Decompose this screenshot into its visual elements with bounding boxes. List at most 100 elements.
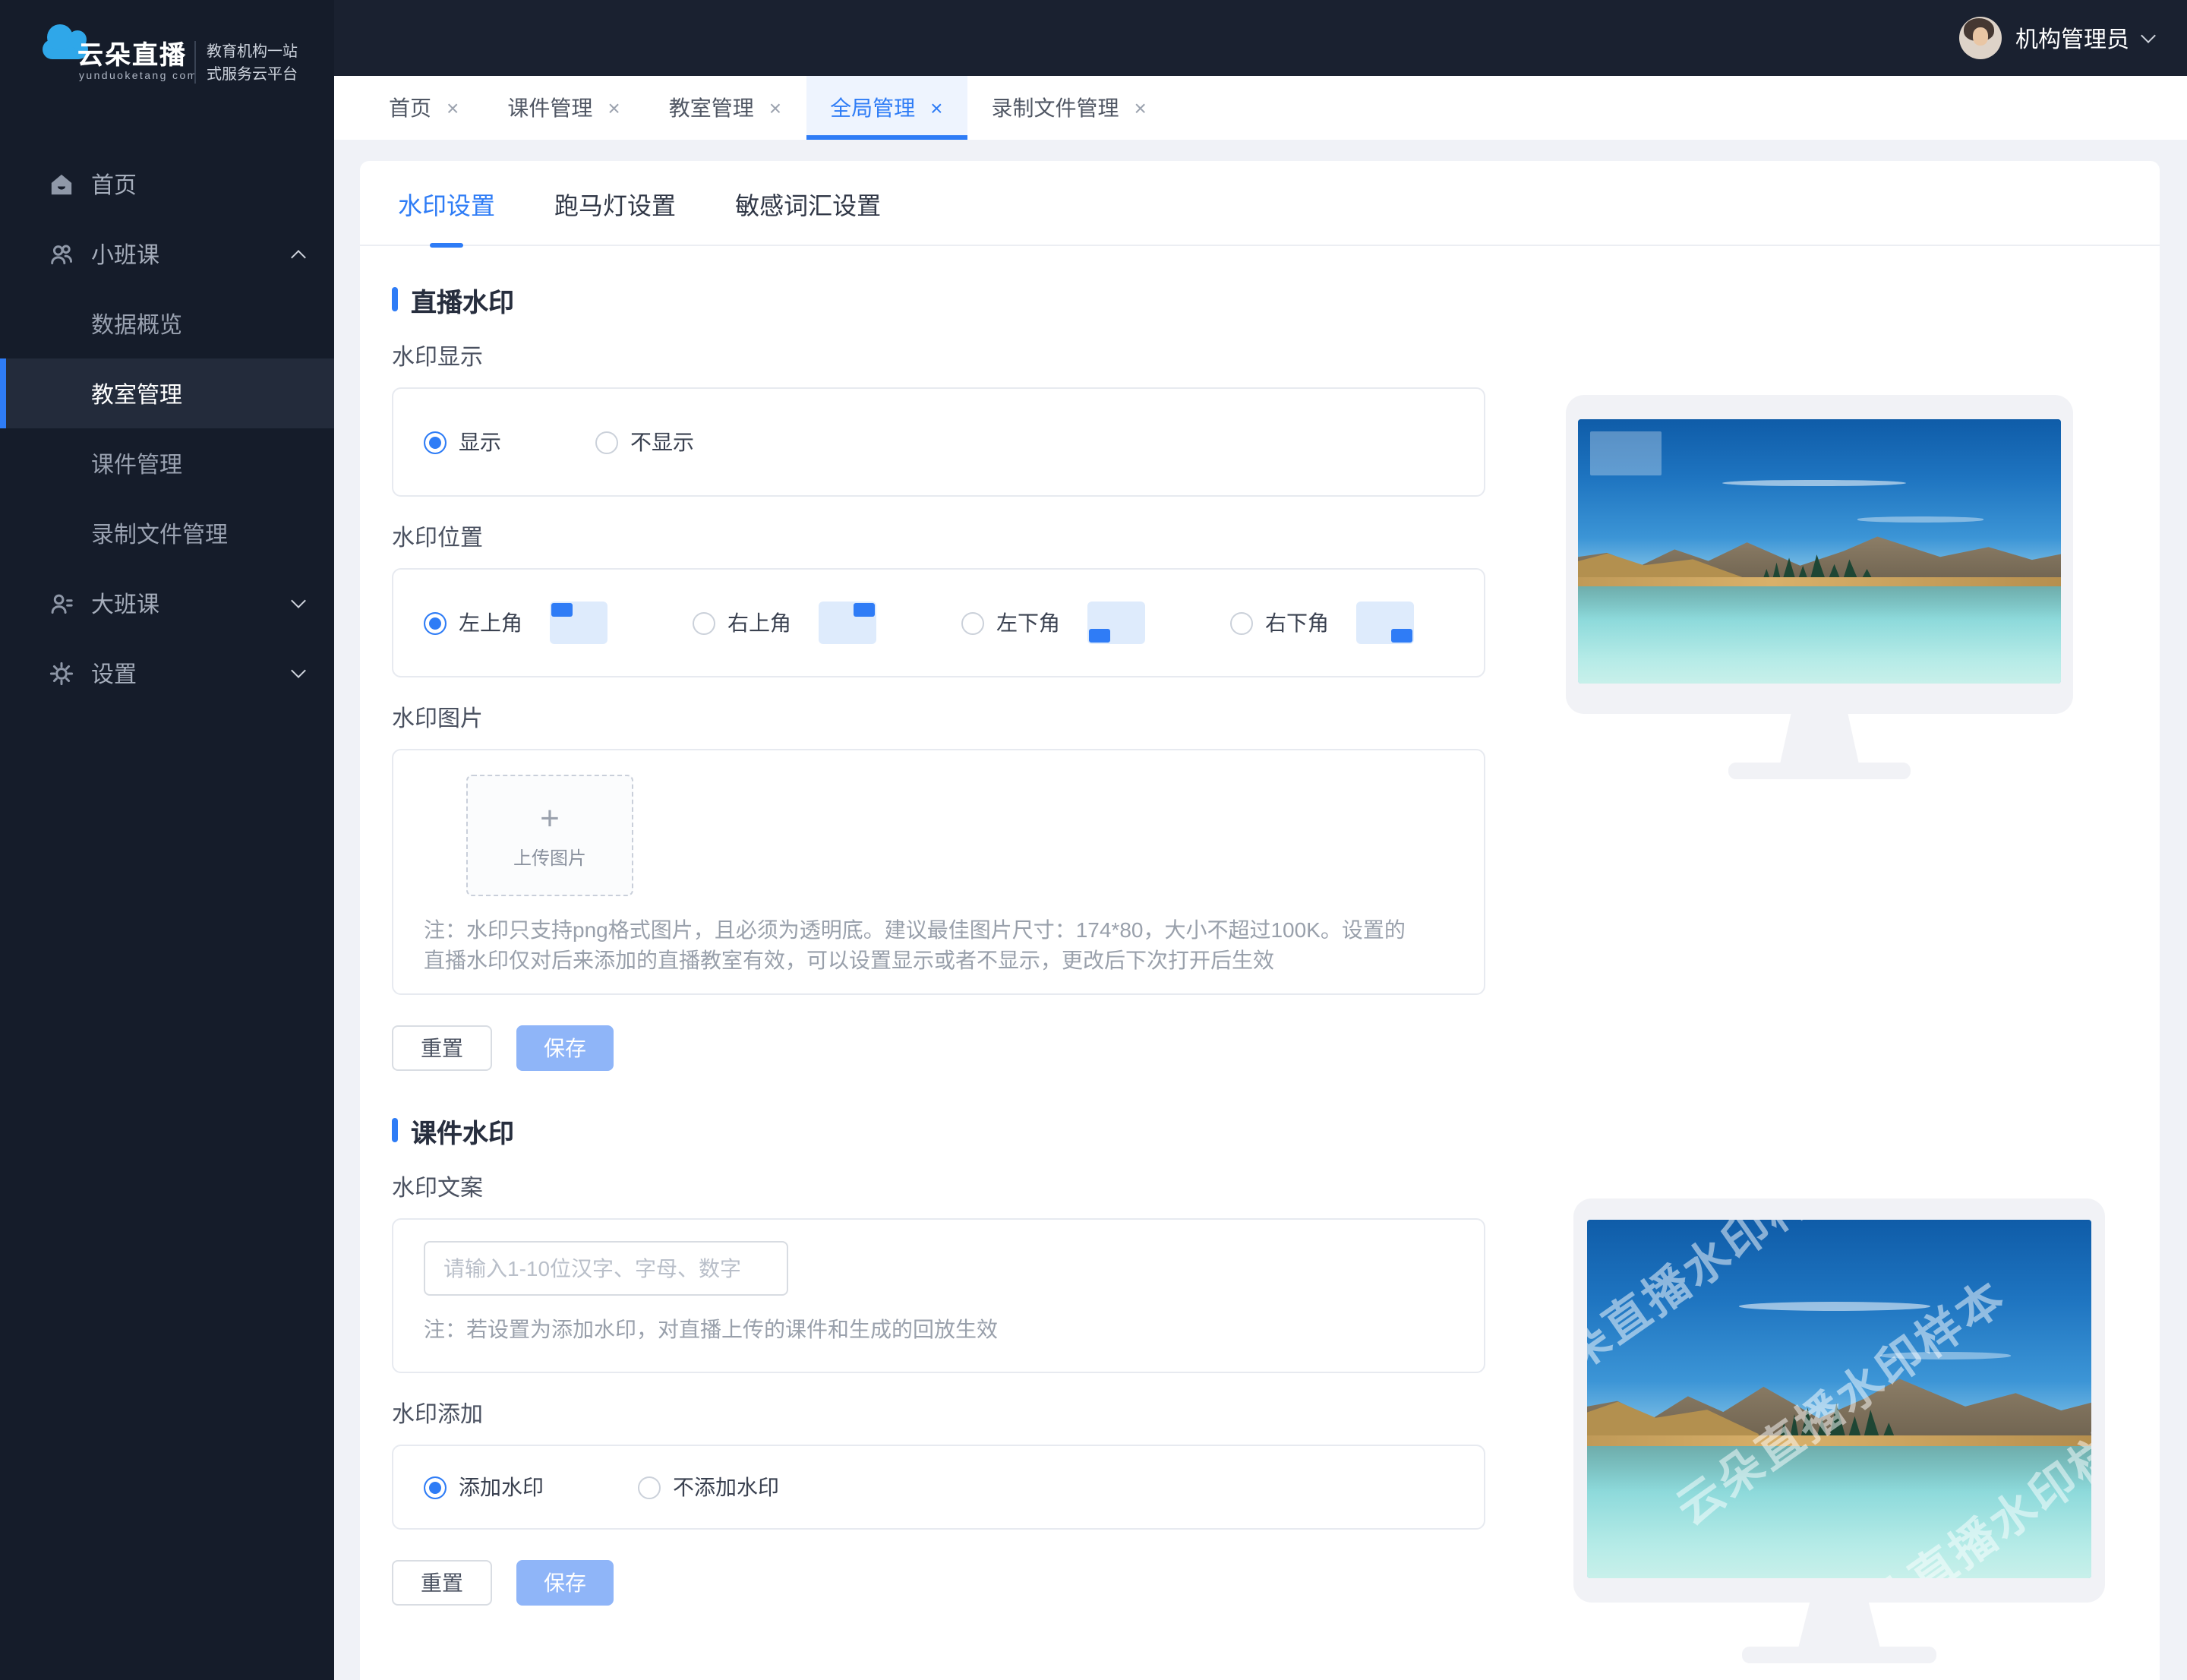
user-name: 机构管理员 xyxy=(2015,27,2129,52)
radio-position-top-left[interactable]: 左上角 xyxy=(424,602,608,644)
radio-label: 左上角 xyxy=(459,611,522,635)
close-icon[interactable]: × xyxy=(1135,97,1147,118)
tagline-line1: 教育机构一站 xyxy=(207,44,298,61)
brand-name: 云朵直播 xyxy=(77,41,187,70)
close-icon[interactable]: × xyxy=(447,97,459,118)
close-icon[interactable]: × xyxy=(769,97,781,118)
monitor-stand xyxy=(1780,714,1859,764)
radio-label: 右下角 xyxy=(1265,611,1329,635)
radio-label: 添加水印 xyxy=(459,1475,544,1499)
user-lines-icon xyxy=(49,590,74,616)
sidebar-item-label: 大班课 xyxy=(91,592,160,617)
sidebar-item-recording-management[interactable]: 录制文件管理 xyxy=(0,498,334,568)
radio-selected-icon xyxy=(424,611,447,634)
watermark-text-card: 注：若设置为添加水印，对直播上传的课件和生成的回放生效 xyxy=(392,1218,1485,1373)
watermark-add-card: 添加水印 不添加水印 xyxy=(392,1445,1485,1530)
radio-position-bottom-right[interactable]: 右下角 xyxy=(1230,602,1414,644)
section-title-live-watermark: 直播水印 xyxy=(392,283,2160,317)
sidebar-item-data-overview[interactable]: 数据概览 xyxy=(0,289,334,358)
radio-position-top-right[interactable]: 右上角 xyxy=(693,602,876,644)
sidebar-item-home[interactable]: 首页 xyxy=(0,149,334,219)
user-menu[interactable]: 机构管理员 xyxy=(1958,0,2156,76)
radio-hide[interactable]: 不显示 xyxy=(595,427,694,457)
sidebar: 云朵直播 yunduoketang com 教育机构一站 式服务云平台 首页 小… xyxy=(0,0,334,1680)
radio-position-bottom-left[interactable]: 左下角 xyxy=(961,602,1145,644)
preview-monitor-live xyxy=(1566,395,2073,714)
upload-image-button[interactable]: + 上传图片 xyxy=(466,775,633,896)
sidebar-item-label: 录制文件管理 xyxy=(91,522,229,548)
sidebar-item-small-class[interactable]: 小班课 xyxy=(0,219,334,289)
watermark-position-card: 左上角 右上角 左下角 右下角 xyxy=(392,568,1485,677)
tagline-line2: 式服务云平台 xyxy=(207,67,298,84)
brand-tagline: 教育机构一站 式服务云平台 xyxy=(207,41,298,87)
radio-selected-icon xyxy=(424,1476,447,1498)
position-thumbnail-top-left xyxy=(550,602,608,644)
radio-selected-icon xyxy=(424,431,447,453)
monitor-stand-base xyxy=(1728,763,1911,779)
position-marker-icon xyxy=(1089,629,1110,643)
chevron-up-icon xyxy=(291,249,306,264)
sidebar-item-courseware-management[interactable]: 课件管理 xyxy=(0,428,334,498)
sidebar-item-label: 设置 xyxy=(91,662,137,687)
preview-monitor-courseware: 云朵直播水印样本 云朵直播水印样本 云朵直播水印样本 xyxy=(1573,1198,2105,1603)
sidebar-item-label: 课件管理 xyxy=(91,452,183,478)
radio-label: 左下角 xyxy=(996,611,1060,635)
radio-add-watermark[interactable]: 添加水印 xyxy=(424,1472,544,1502)
tab-home[interactable]: 首页 × xyxy=(364,76,483,140)
radio-show[interactable]: 显示 xyxy=(424,427,501,457)
save-button[interactable]: 保存 xyxy=(516,1560,614,1606)
save-button[interactable]: 保存 xyxy=(516,1025,614,1071)
chevron-down-icon xyxy=(291,593,306,608)
radio-label: 右上角 xyxy=(727,611,791,635)
section-accent-bar xyxy=(392,1118,397,1142)
field-label-watermark-display: 水印显示 xyxy=(392,345,484,371)
tab-label: 全局管理 xyxy=(830,96,916,120)
radio-label: 不添加水印 xyxy=(673,1475,779,1499)
watermark-text-note: 注：若设置为添加水印，对直播上传的课件和生成的回放生效 xyxy=(424,1317,998,1341)
sidebar-item-label: 数据概览 xyxy=(91,312,183,338)
radio-unselected-icon xyxy=(961,611,984,634)
position-thumbnail-bottom-right xyxy=(1356,602,1414,644)
brand-domain: yunduoketang com xyxy=(79,71,198,82)
position-marker-icon xyxy=(1391,629,1412,643)
sidebar-item-classroom-management[interactable]: 教室管理 xyxy=(0,358,334,428)
tab-courseware[interactable]: 课件管理 × xyxy=(483,76,644,140)
preview-screen: 云朵直播水印样本 云朵直播水印样本 云朵直播水印样本 xyxy=(1587,1220,2091,1578)
monitor-stand-base xyxy=(1742,1647,1936,1663)
plus-icon: + xyxy=(540,798,560,836)
tab-recording[interactable]: 录制文件管理 × xyxy=(967,76,1171,140)
subtab-marquee-settings[interactable]: 跑马灯设置 xyxy=(554,161,676,245)
subtab-watermark-settings[interactable]: 水印设置 xyxy=(398,161,495,245)
upload-label: 上传图片 xyxy=(513,847,586,868)
close-icon[interactable]: × xyxy=(930,97,942,118)
position-thumbnail-top-right xyxy=(819,602,876,644)
sidebar-nav: 首页 小班课 数据概览 教室管理 课件管理 录制文件管理 大班课 设置 xyxy=(0,149,334,708)
reset-button[interactable]: 重置 xyxy=(392,1025,492,1071)
sidebar-item-settings[interactable]: 设置 xyxy=(0,638,334,708)
subtab-sensitive-words-settings[interactable]: 敏感词汇设置 xyxy=(735,161,881,245)
monitor-stand xyxy=(1798,1603,1880,1648)
watermark-sample-text: 云朵直播水印样本 xyxy=(1668,1271,2016,1536)
section-accent-bar xyxy=(392,287,397,311)
logo-divider xyxy=(194,41,196,84)
radio-no-watermark[interactable]: 不添加水印 xyxy=(638,1472,779,1502)
position-thumbnail-bottom-left xyxy=(1087,602,1145,644)
reset-button[interactable]: 重置 xyxy=(392,1560,492,1606)
cloud-streak xyxy=(1857,516,1984,523)
tab-label: 首页 xyxy=(389,96,431,120)
watermark-text-input[interactable] xyxy=(424,1241,788,1296)
app: 机构管理员 云朵直播 yunduoketang com 教育机构一站 式服务云平… xyxy=(0,0,2187,1680)
sidebar-item-large-class[interactable]: 大班课 xyxy=(0,568,334,638)
sidebar-item-label: 教室管理 xyxy=(91,382,183,408)
radio-unselected-icon xyxy=(693,611,715,634)
tab-global-management[interactable]: 全局管理 × xyxy=(806,76,967,140)
chevron-down-icon xyxy=(2141,28,2156,43)
tab-classroom[interactable]: 教室管理 × xyxy=(645,76,806,140)
reflection-layer xyxy=(1578,586,2061,621)
avatar[interactable] xyxy=(1958,17,2002,59)
sidebar-item-label: 首页 xyxy=(91,172,137,198)
close-icon[interactable]: × xyxy=(608,97,620,118)
preview-screen xyxy=(1578,419,2061,684)
sub-tab-bar: 水印设置 跑马灯设置 敏感词汇设置 xyxy=(360,161,2160,246)
main-panel: 水印设置 跑马灯设置 敏感词汇设置 直播水印 水印显示 显示 不显示 水印位置 … xyxy=(360,161,2160,1680)
